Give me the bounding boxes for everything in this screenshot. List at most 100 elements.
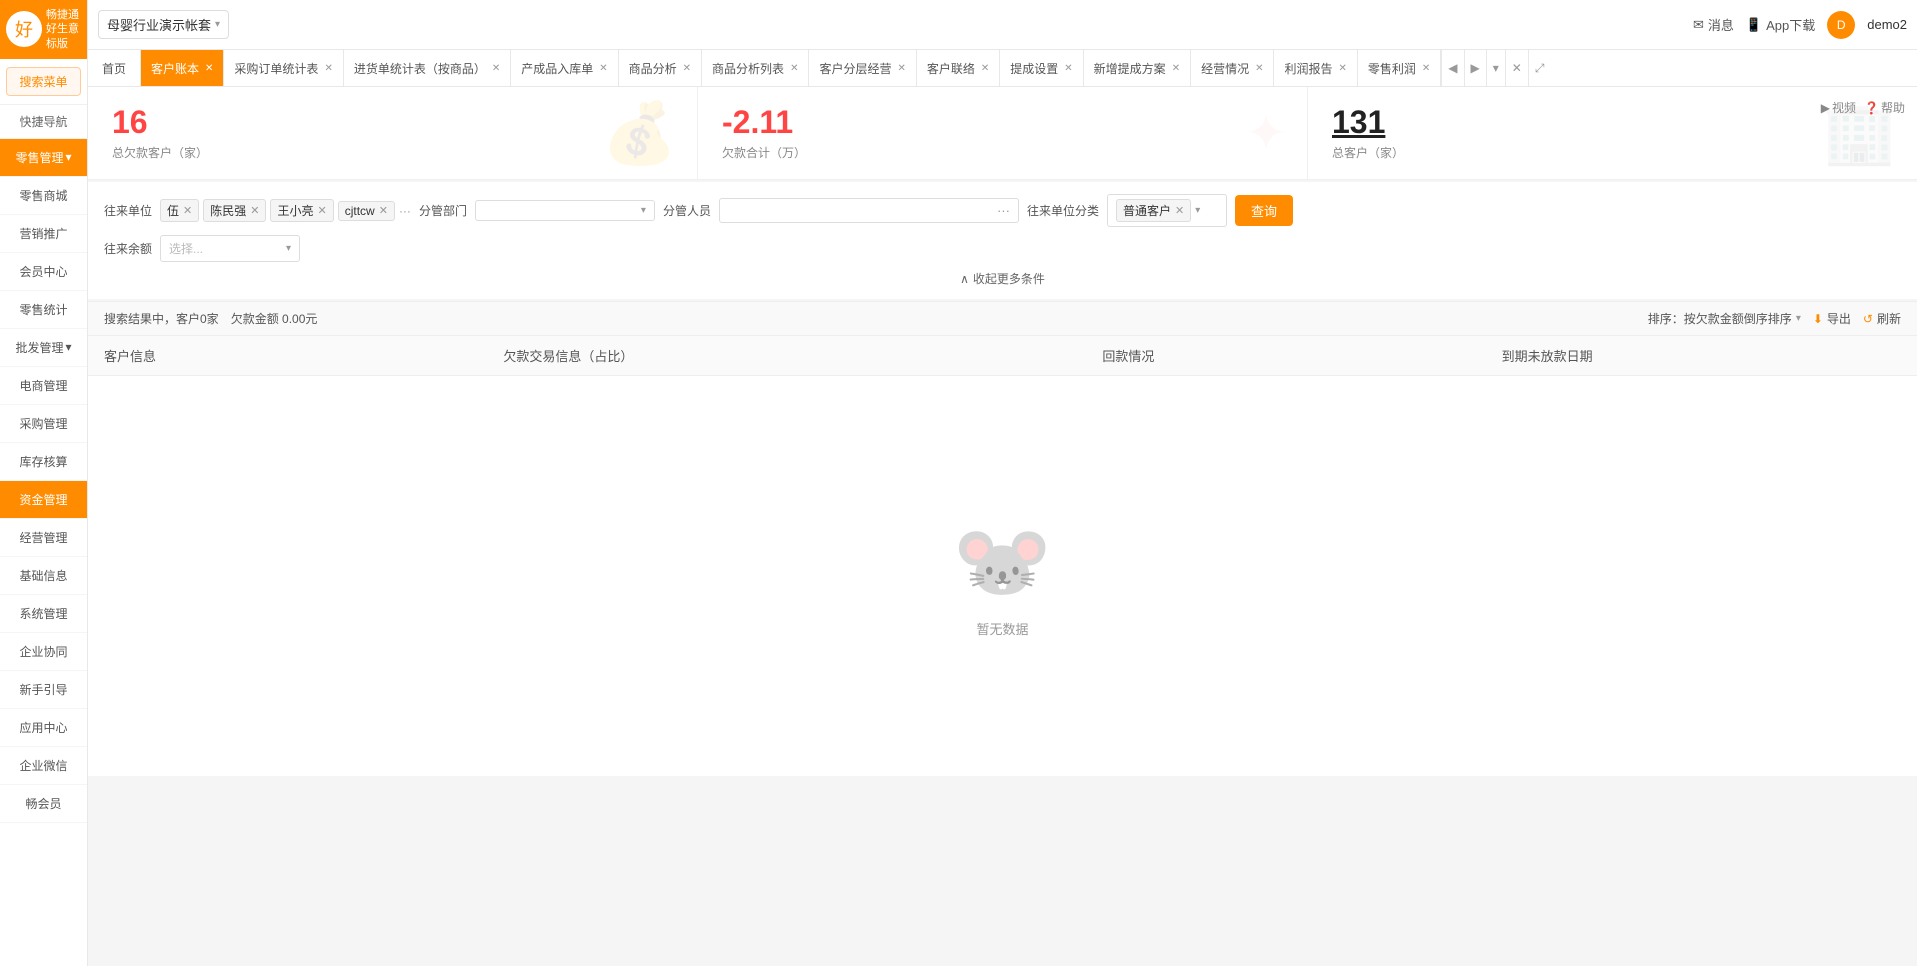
tab-close-icon[interactable]: ✕ [1339,63,1347,74]
sidebar-item-retail-stats[interactable]: 零售统计 [0,291,87,329]
tab-close-icon[interactable]: ✕ [1255,63,1263,74]
filter-classify-arrow-icon: ▾ [1195,205,1200,216]
help-icon: ❓ [1864,101,1879,115]
tabs-next-btn[interactable]: ▶ [1464,50,1486,86]
tab-close-icon[interactable]: ✕ [683,63,691,74]
messages-button[interactable]: ✉ 消息 [1693,15,1734,34]
filter-classify-select[interactable]: 普通客户 ✕ ▾ [1107,194,1227,227]
sidebar-item-operations[interactable]: 经营管理 [0,519,87,557]
search-menu-button[interactable]: 搜索菜单 [6,67,81,96]
tab-profit-report[interactable]: 利润报告 ✕ [1274,50,1357,86]
sidebar-item-wholesale[interactable]: 批发管理▾ [0,329,87,367]
tab-product-analysis[interactable]: 商品分析 ✕ [619,50,702,86]
filter-balance-label: 往来余额 [104,240,152,257]
empty-icon: 🐭 [953,515,1053,609]
filter-row-1: 往来单位 伍 ✕ 陈民强 ✕ 王小亮 ✕ cjttcw [104,194,1901,227]
stat-overdue-total: ✦ -2.11 欠款合计（万） [698,87,1308,179]
filter-classify-tag-close[interactable]: ✕ [1175,204,1184,217]
filter-unit-tags: 伍 ✕ 陈民强 ✕ 王小亮 ✕ cjttcw ✕ ··· [160,199,411,222]
tab-close-icon[interactable]: ✕ [1064,63,1072,74]
filter-dept-label: 分管部门 [419,202,467,219]
table-body: 🐭 暂无数据 [88,376,1917,776]
video-btn[interactable]: ▶ 视频 [1821,99,1856,116]
tab-customer-tier[interactable]: 客户分层经营 ✕ [809,50,916,86]
col-repayment: 回款情况 [1102,346,1501,365]
tab-retail-profit[interactable]: 零售利润 ✕ [1358,50,1441,86]
filter-balance-placeholder: 选择... [169,240,282,257]
filter-person-input-wrap: ··· [719,198,1019,223]
query-button[interactable]: 查询 [1235,195,1293,226]
sidebar-item-finance[interactable]: 资金管理 [0,481,87,519]
tab-close-icon[interactable]: ✕ [1422,63,1430,74]
tab-commission-settings[interactable]: 提成设置 ✕ [1000,50,1083,86]
tab-close-icon[interactable]: ✕ [205,63,213,74]
sidebar-item-inventory[interactable]: 库存核算 [0,443,87,481]
company-name: 母婴行业演示帐套 [107,15,211,34]
quick-nav-button[interactable]: 快捷导航 [0,105,87,139]
tab-close-icon[interactable]: ✕ [897,63,905,74]
stat-total-customers-label: 总客户（家） [1332,144,1404,161]
tab-close-icon[interactable]: ✕ [790,63,798,74]
filter-person-input[interactable] [728,204,997,218]
sort-arrow-icon: ▾ [1796,313,1801,324]
sidebar-item-system[interactable]: 系统管理 [0,595,87,633]
export-icon: ⬇ [1813,312,1823,326]
tab-close-icon[interactable]: ✕ [1172,63,1180,74]
refresh-button[interactable]: ↺ 刷新 [1863,310,1901,327]
tab-product-analysis-list[interactable]: 商品分析列表 ✕ [702,50,809,86]
filter-tag-close-wu[interactable]: ✕ [183,204,192,217]
tabs-fullscreen-btn[interactable]: ⤢ [1528,50,1551,86]
company-selector[interactable]: 母婴行业演示帐套 ▾ [98,10,229,39]
filter-tag-more-btn[interactable]: ··· [399,204,411,218]
stat-overdue-customers-label: 总欠款客户（家） [112,144,208,161]
filter-balance-arrow-icon: ▾ [286,243,291,254]
app-download-button[interactable]: 📱 App下载 [1746,15,1815,34]
tabs-bar: 首页 客户账本 ✕ 采购订单统计表 ✕ 进货单统计表（按商品） ✕ 产成品入库单… [88,50,1917,87]
help-btn[interactable]: ❓ 帮助 [1864,99,1905,116]
sidebar-item-purchase[interactable]: 采购管理 [0,405,87,443]
tab-business-status[interactable]: 经营情况 ✕ [1191,50,1274,86]
stat-total-customers: 🏢 131 总客户（家） ▶ 视频 ❓ 帮助 [1308,87,1917,179]
filter-person-more-icon[interactable]: ··· [997,203,1010,218]
tab-add-commission-plan[interactable]: 新增提成方案 ✕ [1084,50,1191,86]
filter-tag-close-chen[interactable]: ✕ [250,204,259,217]
sidebar-item-member-center[interactable]: 会员中心 [0,253,87,291]
tab-home[interactable]: 首页 [88,50,141,86]
tab-customer-ledger[interactable]: 客户账本 ✕ [141,50,224,86]
tab-customer-contact[interactable]: 客户联络 ✕ [917,50,1000,86]
sidebar-item-marketing[interactable]: 营销推广 [0,215,87,253]
tabs-prev-btn[interactable]: ◀ [1441,50,1463,86]
tabs-menu-btn[interactable]: ▾ [1486,50,1505,86]
tab-production-inbound[interactable]: 产成品入库单 ✕ [511,50,618,86]
sidebar-item-retail-mgmt[interactable]: 零售管理▾ [0,139,87,177]
sidebar-item-enterprise-collab[interactable]: 企业协同 [0,633,87,671]
stat-overdue-customers: 💰 16 总欠款客户（家） [88,87,698,179]
tab-close-icon[interactable]: ✕ [599,63,607,74]
collapse-icon: ∧ [960,272,969,286]
sidebar-item-member[interactable]: 畅会员 [0,785,87,823]
tab-close-icon[interactable]: ✕ [324,63,332,74]
filter-balance-select[interactable]: 选择... ▾ [160,235,300,262]
sidebar-item-app-center[interactable]: 应用中心 [0,709,87,747]
sort-select[interactable]: 排序：按欠款金额倒序排序 ▾ [1648,310,1801,327]
filter-tag-close-wang[interactable]: ✕ [318,204,327,217]
username-label[interactable]: demo2 [1867,17,1907,32]
stat-overdue-total-value: -2.11 [722,105,793,140]
tab-purchase-stats-product[interactable]: 进货单统计表（按商品） ✕ [344,50,511,86]
filter-dept-select[interactable]: ▾ [475,200,655,221]
sidebar-item-retail-mall[interactable]: 零售商城 [0,177,87,215]
sidebar-item-basic-info[interactable]: 基础信息 [0,557,87,595]
tab-purchase-order-stats[interactable]: 采购订单统计表 ✕ [224,50,343,86]
filter-tag-close-cjttcw[interactable]: ✕ [379,204,388,217]
tab-close-icon[interactable]: ✕ [492,63,500,74]
filter-collapse-btn[interactable]: ∧ 收起更多条件 [960,270,1045,287]
sidebar-item-ecommerce[interactable]: 电商管理 [0,367,87,405]
sidebar-item-beginner[interactable]: 新手引导 [0,671,87,709]
export-button[interactable]: ⬇ 导出 [1813,310,1851,327]
sidebar-item-enterprise-wechat[interactable]: 企业微信 [0,747,87,785]
tabs-close-all-btn[interactable]: ✕ [1505,50,1528,86]
tab-close-icon[interactable]: ✕ [981,63,989,74]
filter-classify-tag-normal: 普通客户 ✕ [1116,199,1191,222]
page-content: 💰 16 总欠款客户（家） ✦ -2.11 欠款合计（万） 🏢 131 总客户（… [88,87,1917,966]
result-amount: 欠款金额 0.00元 [231,310,318,327]
